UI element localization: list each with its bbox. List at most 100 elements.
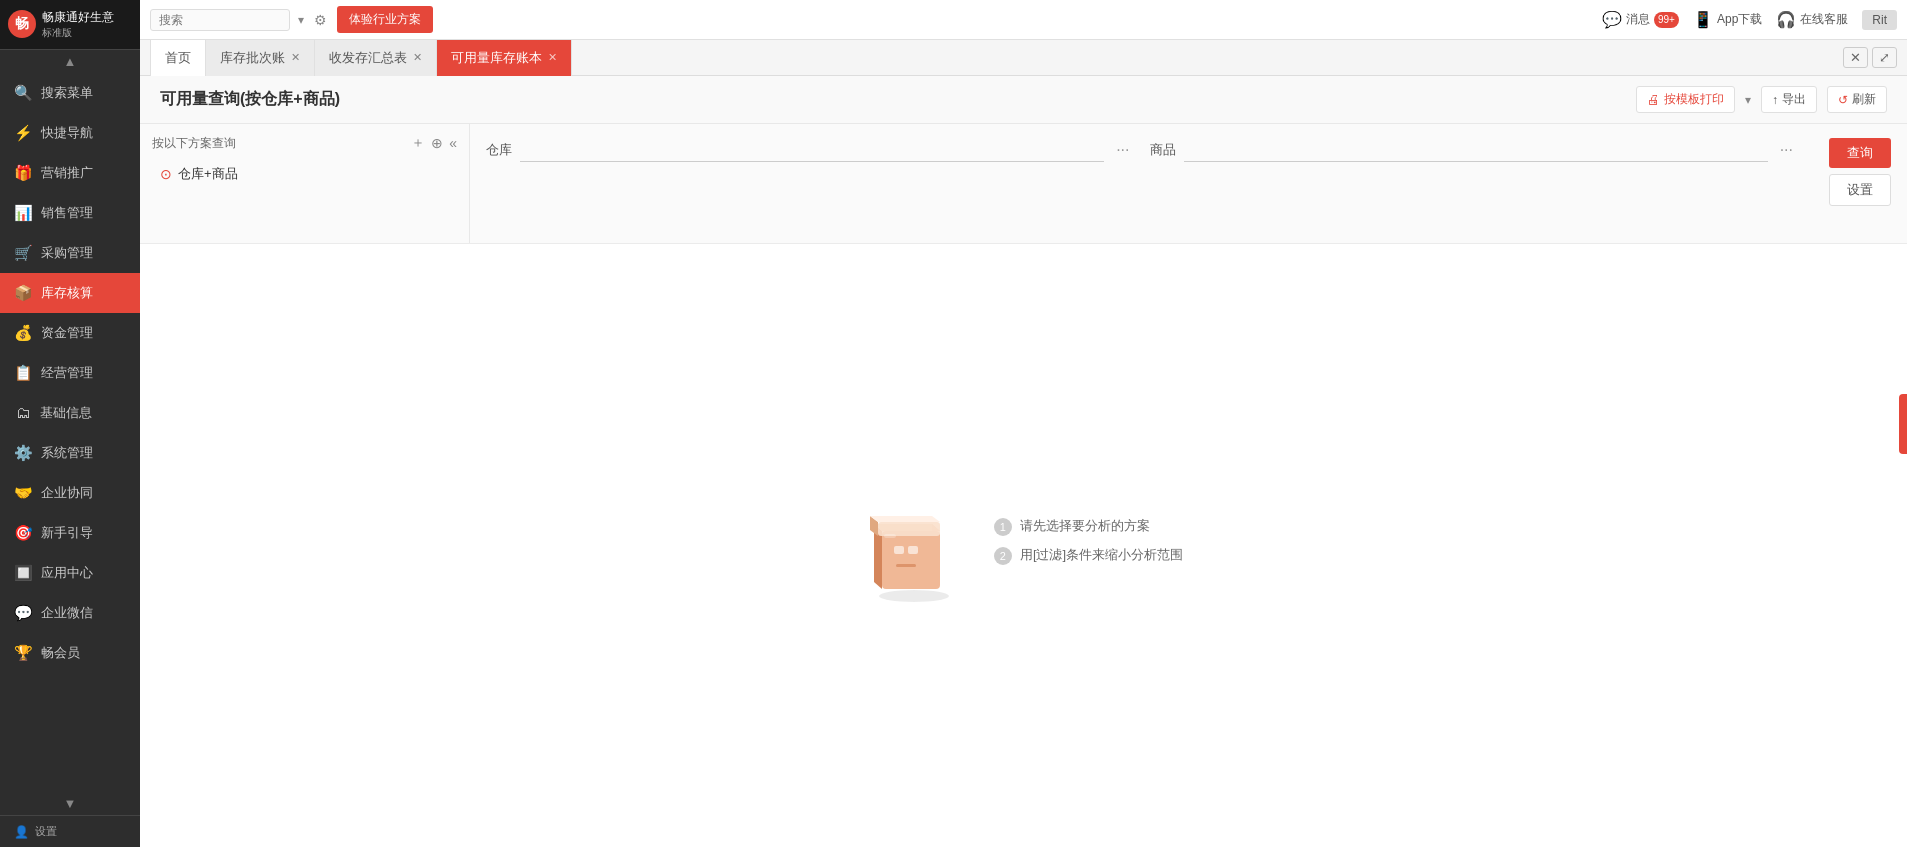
search-icon: 🔍	[14, 84, 33, 102]
sidebar-item-search[interactable]: 🔍 搜索菜单	[0, 73, 140, 113]
message-badge: 99+	[1654, 12, 1679, 28]
brand-logo: 畅	[8, 10, 36, 38]
online-service-item[interactable]: 🎧 在线客服	[1776, 10, 1848, 29]
target-icon: 🎯	[14, 524, 33, 542]
gear-icon: ⚙️	[14, 444, 33, 462]
sidebar-item-finance[interactable]: 💰 资金管理	[0, 313, 140, 353]
trophy-icon: 🏆	[14, 644, 33, 662]
export-icon: ↑	[1772, 93, 1778, 107]
warehouse-input[interactable]	[520, 138, 1104, 162]
empty-state-inner: 1 请先选择要分析的方案 2 用[过滤]条件来缩小分析范围	[864, 496, 1183, 596]
tab-home[interactable]: 首页	[150, 40, 206, 76]
user-avatar[interactable]: Rit	[1862, 10, 1897, 30]
filter-actions: 查询 设置	[1813, 124, 1907, 243]
app-download-item[interactable]: 📱 App下载	[1693, 10, 1762, 29]
sidebar-footer[interactable]: 👤 设置	[0, 815, 140, 847]
wechat-icon: 💬	[14, 604, 33, 622]
refresh-icon: ↺	[1838, 93, 1848, 107]
sidebar-item-operation[interactable]: 📋 经营管理	[0, 353, 140, 393]
tip-number-1: 1	[994, 518, 1012, 536]
close-tab-button[interactable]: ✕	[1843, 47, 1868, 68]
sidebar-item-inventory[interactable]: 📦 库存核算	[0, 273, 140, 313]
svg-point-0	[879, 590, 949, 602]
clipboard-icon: 📋	[14, 364, 33, 382]
query-button[interactable]: 查询	[1829, 138, 1891, 168]
maximize-button[interactable]: ⤢	[1872, 47, 1897, 68]
refresh-button[interactable]: ↺ 刷新	[1827, 86, 1887, 113]
cart-icon: 🛒	[14, 244, 33, 262]
sidebar-item-shortcut[interactable]: ⚡ 快捷导航	[0, 113, 140, 153]
topbar-gear-icon[interactable]: ⚙	[312, 10, 329, 30]
tab-close-batch[interactable]: ✕	[291, 51, 300, 64]
filter-scheme-panel: 按以下方案查询 ＋ ⊕ « ⊙ 仓库+商品	[140, 124, 470, 243]
box-icon: 📦	[14, 284, 33, 302]
dropdown-chevron-icon[interactable]: ▾	[298, 13, 304, 27]
tab-summary[interactable]: 收发存汇总表 ✕	[315, 40, 437, 76]
settings-scheme-icon[interactable]: ⊕	[431, 135, 443, 151]
sidebar-item-purchase[interactable]: 🛒 采购管理	[0, 233, 140, 273]
grid-icon: 🔲	[14, 564, 33, 582]
topbar-search-input[interactable]	[150, 9, 290, 31]
svg-rect-1	[882, 531, 940, 589]
svg-rect-5	[878, 522, 940, 536]
svg-rect-10	[896, 564, 916, 567]
main-content: 可用量查询(按仓库+商品) 🖨 按模板打印 ▾ ↑ 导出 ↺ 刷新	[140, 76, 1907, 847]
sidebar-item-vip[interactable]: 🏆 畅会员	[0, 633, 140, 673]
sidebar-header: 畅 畅康通好生意 标准版	[0, 0, 140, 50]
svg-marker-7	[870, 516, 940, 522]
tip-number-2: 2	[994, 547, 1012, 565]
collapse-scheme-icon[interactable]: «	[449, 135, 457, 151]
empty-state: 1 请先选择要分析的方案 2 用[过滤]条件来缩小分析范围	[140, 244, 1907, 847]
export-button[interactable]: ↑ 导出	[1761, 86, 1817, 113]
filter-settings-button[interactable]: 设置	[1829, 174, 1891, 206]
sidebar-item-sales[interactable]: 📊 销售管理	[0, 193, 140, 233]
sidebar-item-marketing[interactable]: 🎁 营销推广	[0, 153, 140, 193]
scheme-warehouse-goods[interactable]: ⊙ 仓库+商品	[152, 160, 457, 188]
phone-icon: 📱	[1693, 10, 1713, 29]
svg-rect-9	[908, 546, 918, 554]
filter-field-warehouse: 仓库 ···	[486, 138, 1134, 162]
sidebar-item-basic[interactable]: 🗂 基础信息	[0, 393, 140, 433]
headset-icon: 🎧	[1776, 10, 1796, 29]
tab-close-available[interactable]: ✕	[548, 51, 557, 64]
scheme-icon: ⊙	[160, 166, 172, 182]
tab-batch[interactable]: 库存批次账 ✕	[206, 40, 315, 76]
tabs-bar: 首页 库存批次账 ✕ 收发存汇总表 ✕ 可用量库存账本 ✕ ✕ ⤢	[140, 40, 1907, 76]
warehouse-more-icon[interactable]: ···	[1112, 141, 1133, 159]
goods-more-icon[interactable]: ···	[1776, 141, 1797, 159]
printer-icon: 🖨	[1647, 92, 1660, 107]
sidebar-item-wechat[interactable]: 💬 企业微信	[0, 593, 140, 633]
sidebar-item-system[interactable]: ⚙️ 系统管理	[0, 433, 140, 473]
main-area: ▾ ⚙ 体验行业方案 💬 消息 99+ 📱 App下载 🎧 在线客服 Rit 首…	[140, 0, 1907, 847]
sidebar-scroll-up[interactable]: ▲	[0, 50, 140, 73]
tab-available[interactable]: 可用量库存账本 ✕	[437, 40, 572, 76]
page-header-actions: 🖨 按模板打印 ▾ ↑ 导出 ↺ 刷新	[1636, 86, 1887, 113]
sidebar-item-newbie[interactable]: 🎯 新手引导	[0, 513, 140, 553]
template-print-button[interactable]: 🖨 按模板打印	[1636, 86, 1735, 113]
empty-tip-2: 2 用[过滤]条件来缩小分析范围	[994, 546, 1183, 565]
right-handle[interactable]	[1899, 394, 1907, 454]
message-item[interactable]: 💬 消息 99+	[1602, 10, 1679, 29]
gift-icon: 🎁	[14, 164, 33, 182]
shortcut-icon: ⚡	[14, 124, 33, 142]
sidebar-scroll-down[interactable]: ▼	[0, 792, 140, 815]
filter-row-1: 仓库 ··· 商品 ···	[486, 138, 1797, 162]
sidebar: 畅 畅康通好生意 标准版 ▲ 🔍 搜索菜单 ⚡ 快捷导航 🎁 营销推广 📊 销售…	[0, 0, 140, 847]
svg-rect-11	[884, 534, 896, 538]
folder-icon: 🗂	[14, 404, 32, 421]
empty-illustration	[864, 496, 964, 596]
filter-fields-panel: 仓库 ··· 商品 ···	[470, 124, 1813, 243]
template-dropdown-chevron-icon[interactable]: ▾	[1745, 93, 1751, 107]
box-illustration-svg	[864, 496, 964, 606]
add-scheme-icon[interactable]: ＋	[411, 134, 425, 152]
filter-bar: 按以下方案查询 ＋ ⊕ « ⊙ 仓库+商品 仓库	[140, 124, 1907, 244]
sidebar-item-apps[interactable]: 🔲 应用中心	[0, 553, 140, 593]
goods-input[interactable]	[1184, 138, 1768, 162]
trial-industry-button[interactable]: 体验行业方案	[337, 6, 433, 33]
handshake-icon: 🤝	[14, 484, 33, 502]
chart-icon: 📊	[14, 204, 33, 222]
empty-state-text: 1 请先选择要分析的方案 2 用[过滤]条件来缩小分析范围	[994, 517, 1183, 575]
sidebar-item-enterprise[interactable]: 🤝 企业协同	[0, 473, 140, 513]
tab-close-summary[interactable]: ✕	[413, 51, 422, 64]
page-title: 可用量查询(按仓库+商品)	[160, 89, 340, 110]
